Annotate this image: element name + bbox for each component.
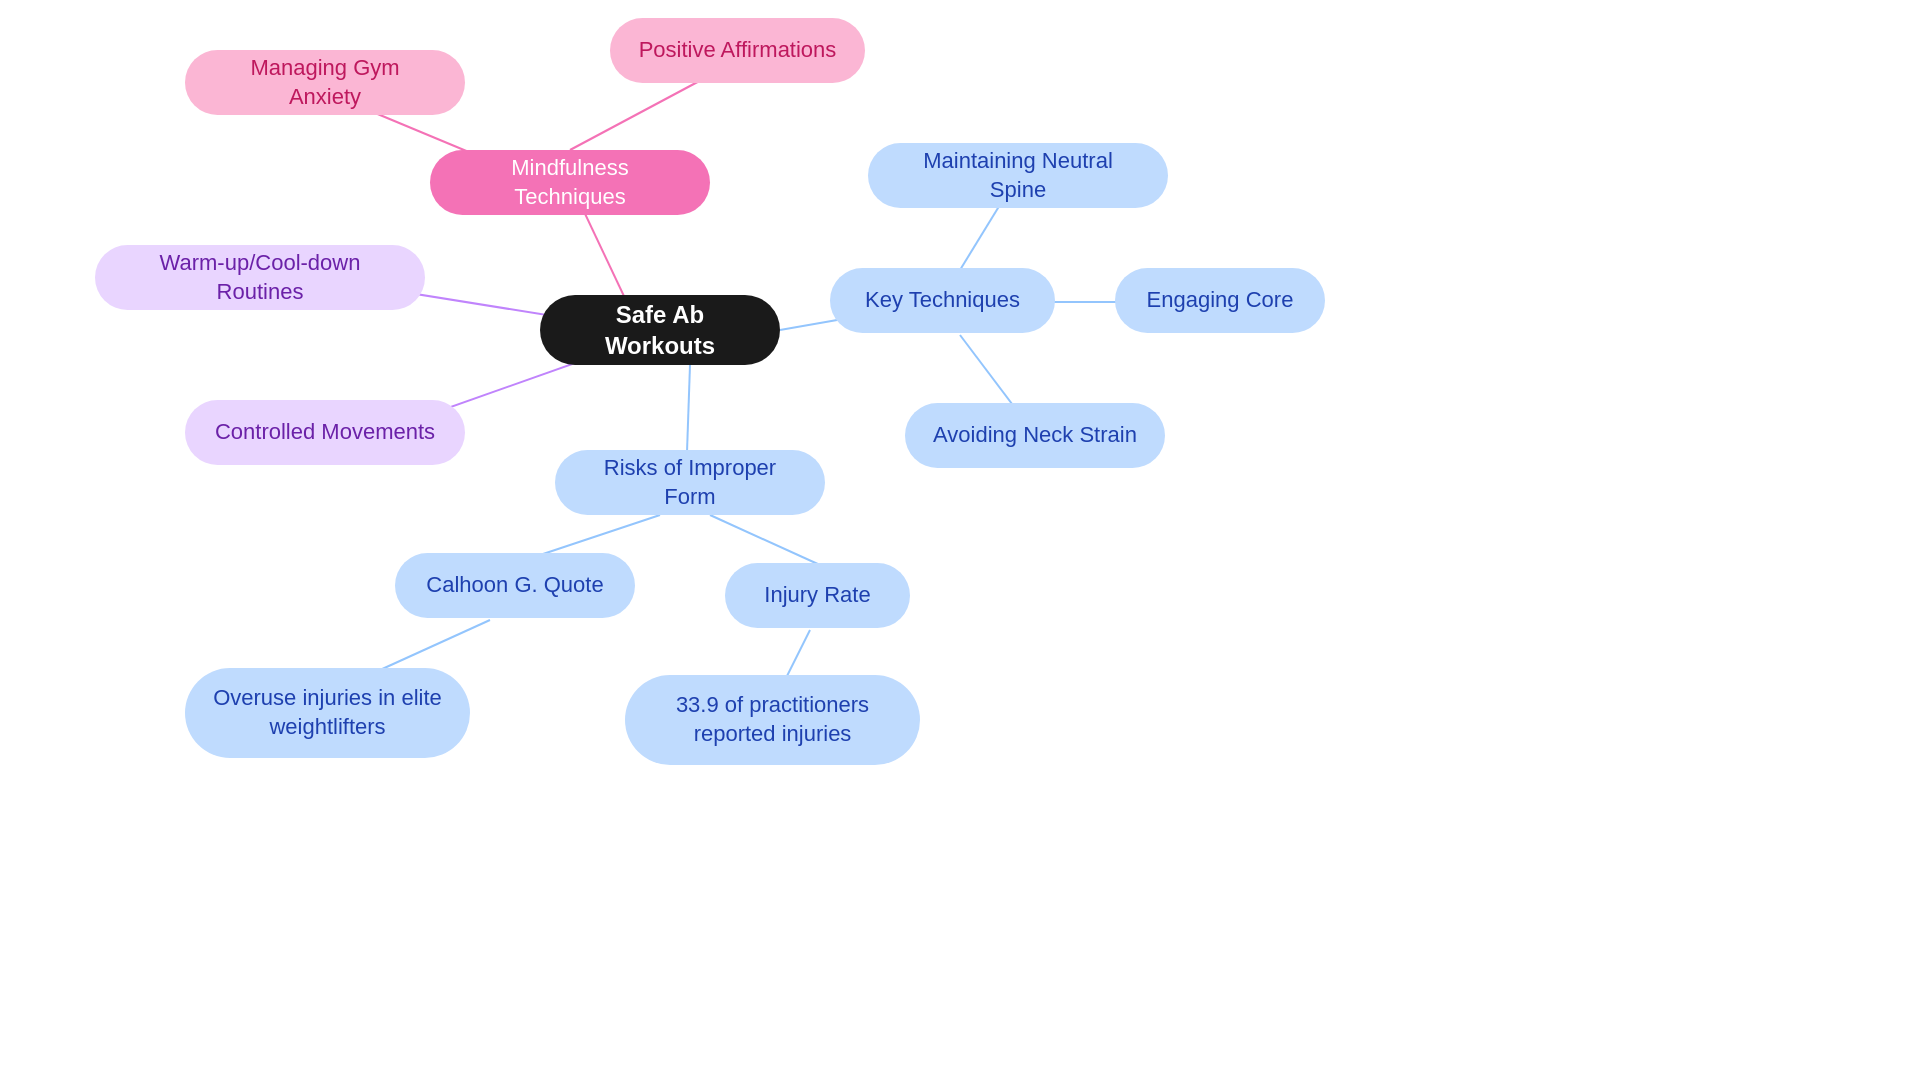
mindfulness-node: Mindfulness Techniques [430,150,710,215]
svg-line-13 [785,630,810,680]
managing-gym-anxiety-label: Managing Gym Anxiety [213,54,437,111]
engaging-core-label: Engaging Core [1147,286,1294,315]
center-node: Safe Ab Workouts [540,295,780,365]
risks-label: Risks of Improper Form [583,454,797,511]
avoiding-neck-strain-label: Avoiding Neck Strain [933,421,1137,450]
controlled-movements-label: Controlled Movements [215,418,435,447]
svg-line-10 [540,515,660,555]
maintaining-label: Maintaining Neutral Spine [896,147,1140,204]
practitioners-node: 33.9 of practitioners reported injuries [625,675,920,765]
positive-affirmations-label: Positive Affirmations [639,36,837,65]
managing-gym-anxiety-node: Managing Gym Anxiety [185,50,465,115]
risks-node: Risks of Improper Form [555,450,825,515]
controlled-movements-node: Controlled Movements [185,400,465,465]
center-label: Safe Ab Workouts [568,299,752,361]
overuse-node: Overuse injuries in elite weightlifters [185,668,470,758]
calhoon-label: Calhoon G. Quote [426,571,603,600]
injury-rate-node: Injury Rate [725,563,910,628]
warmup-label: Warm-up/Cool-down Routines [123,249,397,306]
positive-affirmations-node: Positive Affirmations [610,18,865,83]
svg-line-11 [710,515,820,565]
key-techniques-label: Key Techniques [865,286,1020,315]
injury-rate-label: Injury Rate [764,581,870,610]
svg-line-12 [380,620,490,670]
engaging-core-node: Engaging Core [1115,268,1325,333]
warmup-node: Warm-up/Cool-down Routines [95,245,425,310]
key-techniques-node: Key Techniques [830,268,1055,333]
practitioners-label: 33.9 of practitioners reported injuries [653,691,892,748]
calhoon-node: Calhoon G. Quote [395,553,635,618]
overuse-label: Overuse injuries in elite weightlifters [213,684,442,741]
avoiding-neck-strain-node: Avoiding Neck Strain [905,403,1165,468]
svg-line-9 [687,365,690,452]
mindfulness-label: Mindfulness Techniques [458,154,682,211]
maintaining-neutral-spine-node: Maintaining Neutral Spine [868,143,1168,208]
